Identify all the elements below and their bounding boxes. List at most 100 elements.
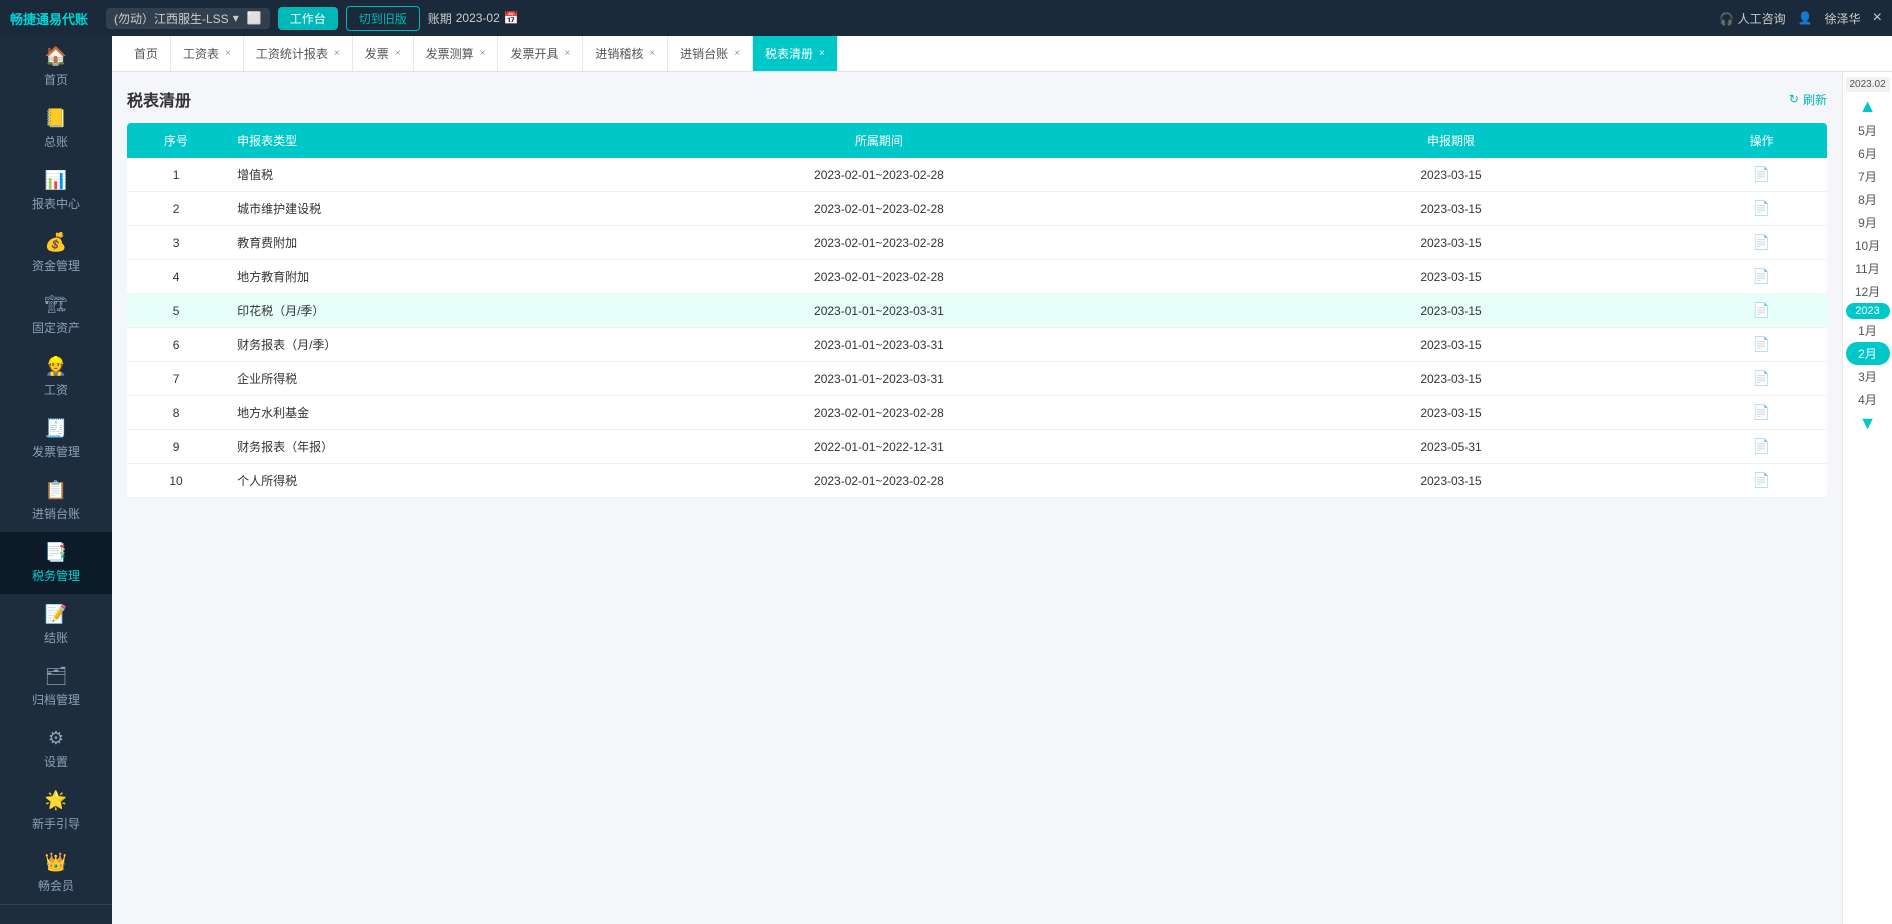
close-button[interactable]: × bbox=[1873, 9, 1882, 27]
copy-icon: ⬜ bbox=[247, 11, 262, 25]
tab-sales-ledger[interactable]: 进销台账 × bbox=[668, 36, 753, 72]
month-item-3[interactable]: 3月 bbox=[1846, 365, 1890, 388]
month-item-2[interactable]: 2月 bbox=[1846, 342, 1890, 365]
tab-salary-table[interactable]: 工资表 × bbox=[171, 36, 244, 72]
page-title-bar: 税表清册 ↻ 刷新 bbox=[127, 87, 1827, 111]
sidebar-item-member[interactable]: 👑 畅会员 bbox=[0, 842, 112, 904]
action-icon[interactable]: 📄 bbox=[1753, 166, 1770, 182]
cell-deadline: 2023-03-15 bbox=[1206, 260, 1696, 294]
table-row: 5 印花税（月/季） 2023-01-01~2023-03-31 2023-03… bbox=[127, 294, 1827, 328]
sidebar-item-archive[interactable]: 🗂 归档管理 bbox=[0, 656, 112, 718]
period-value: 2023-02 bbox=[456, 11, 500, 25]
top-bar-right: 🎧 人工咨询 👤 徐泽华 × bbox=[1719, 9, 1882, 27]
sidebar-item-tax[interactable]: 📑 税务管理 bbox=[0, 532, 112, 594]
month-item-1[interactable]: 1月 bbox=[1846, 319, 1890, 342]
cell-deadline: 2023-03-15 bbox=[1206, 464, 1696, 498]
page-main: 税表清册 ↻ 刷新 序号 申报表类型 所属期间 申报期限 操作 bbox=[112, 72, 1842, 924]
action-icon[interactable]: 📄 bbox=[1753, 336, 1770, 352]
switch-old-button[interactable]: 切到旧版 bbox=[346, 6, 420, 31]
sidebar-item-label: 固定资产 bbox=[32, 319, 80, 336]
cell-index: 10 bbox=[127, 464, 225, 498]
tab-close-icon[interactable]: × bbox=[819, 48, 825, 59]
unpin-button[interactable]: 📌 取消固定 bbox=[0, 915, 112, 924]
panel-year-label: 2023.02 bbox=[1846, 77, 1890, 92]
cell-deadline: 2023-03-15 bbox=[1206, 362, 1696, 396]
tab-invoice-issue[interactable]: 发票开具 × bbox=[498, 36, 583, 72]
month-item-8[interactable]: 8月 bbox=[1846, 188, 1890, 211]
tab-label: 税表清册 bbox=[765, 45, 813, 62]
period-display: 账期 2023-02 📅 bbox=[428, 10, 519, 27]
sidebar-item-settings[interactable]: ⚙ 设置 bbox=[0, 718, 112, 780]
action-icon[interactable]: 📄 bbox=[1753, 234, 1770, 250]
cell-index: 9 bbox=[127, 430, 225, 464]
month-item-7[interactable]: 7月 bbox=[1846, 165, 1890, 188]
cell-action: 📄 bbox=[1696, 294, 1827, 328]
sidebar-item-salary[interactable]: 👷 工资 bbox=[0, 346, 112, 408]
sidebar-item-fixed-assets[interactable]: 🏗 固定资产 bbox=[0, 284, 112, 346]
guide-icon: 🌟 bbox=[45, 790, 67, 811]
cell-period: 2023-02-01~2023-02-28 bbox=[552, 158, 1206, 192]
panel-down-button[interactable]: ▼ bbox=[1859, 413, 1877, 434]
month-item-10[interactable]: 10月 bbox=[1846, 234, 1890, 257]
action-icon[interactable]: 📄 bbox=[1753, 302, 1770, 318]
sidebar-item-ledger[interactable]: 📒 总账 bbox=[0, 98, 112, 160]
sidebar-item-sales[interactable]: 📋 进销台账 bbox=[0, 470, 112, 532]
sidebar-item-home[interactable]: 🏠 首页 bbox=[0, 36, 112, 98]
sidebar-item-settlement[interactable]: 📝 结账 bbox=[0, 594, 112, 656]
cell-period: 2023-02-01~2023-02-28 bbox=[552, 464, 1206, 498]
sidebar-item-funds[interactable]: 💰 资金管理 bbox=[0, 222, 112, 284]
tab-close-icon[interactable]: × bbox=[649, 48, 655, 59]
tab-tax-list[interactable]: 税表清册 × bbox=[753, 36, 838, 72]
calendar-icon[interactable]: 📅 bbox=[504, 11, 519, 25]
action-icon[interactable]: 📄 bbox=[1753, 438, 1770, 454]
year-2023-badge: 2023 bbox=[1846, 303, 1890, 319]
table-row: 10 个人所得税 2023-02-01~2023-02-28 2023-03-1… bbox=[127, 464, 1827, 498]
tab-invoice-calc[interactable]: 发票测算 × bbox=[414, 36, 499, 72]
month-item-12[interactable]: 12月 bbox=[1846, 280, 1890, 303]
cell-period: 2023-01-01~2023-03-31 bbox=[552, 362, 1206, 396]
settlement-icon: 📝 bbox=[45, 604, 67, 625]
month-item-9[interactable]: 9月 bbox=[1846, 211, 1890, 234]
sidebar-item-invoice[interactable]: 🧾 发票管理 bbox=[0, 408, 112, 470]
member-icon: 👑 bbox=[45, 852, 67, 873]
tab-invoice[interactable]: 发票 × bbox=[353, 36, 414, 72]
tab-close-icon[interactable]: × bbox=[734, 48, 740, 59]
tab-salary-stats[interactable]: 工资统计报表 × bbox=[244, 36, 353, 72]
month-item-11[interactable]: 11月 bbox=[1846, 257, 1890, 280]
tab-label: 工资统计报表 bbox=[256, 45, 328, 62]
company-selector[interactable]: (勿动）江西服生-LSS ▾ ⬜ bbox=[106, 8, 270, 29]
tab-close-icon[interactable]: × bbox=[395, 48, 401, 59]
sidebar-item-label: 税务管理 bbox=[32, 567, 80, 584]
action-icon[interactable]: 📄 bbox=[1753, 268, 1770, 284]
month-item-4[interactable]: 4月 bbox=[1846, 388, 1890, 411]
cell-action: 📄 bbox=[1696, 430, 1827, 464]
refresh-button[interactable]: ↻ 刷新 bbox=[1789, 91, 1827, 108]
dropdown-icon: ▾ bbox=[233, 11, 239, 25]
tab-sales-audit[interactable]: 进销稽核 × bbox=[583, 36, 668, 72]
sidebar-item-guide[interactable]: 🌟 新手引导 bbox=[0, 780, 112, 842]
col-header-deadline: 申报期限 bbox=[1206, 123, 1696, 158]
tab-close-icon[interactable]: × bbox=[564, 48, 570, 59]
tab-home[interactable]: 首页 bbox=[122, 36, 171, 72]
cell-type: 城市维护建设税 bbox=[225, 192, 552, 226]
workbench-button[interactable]: 工作台 bbox=[278, 7, 338, 30]
action-icon[interactable]: 📄 bbox=[1753, 472, 1770, 488]
action-icon[interactable]: 📄 bbox=[1753, 404, 1770, 420]
cell-index: 4 bbox=[127, 260, 225, 294]
sidebar-item-reports[interactable]: 📊 报表中心 bbox=[0, 160, 112, 222]
sidebar-footer: 📌 取消固定 bbox=[0, 904, 112, 924]
cell-type: 财务报表（月/季） bbox=[225, 328, 552, 362]
salary-icon: 👷 bbox=[45, 356, 67, 377]
tab-close-icon[interactable]: × bbox=[225, 48, 231, 59]
tab-close-icon[interactable]: × bbox=[334, 48, 340, 59]
panel-up-button[interactable]: ▲ bbox=[1859, 96, 1877, 117]
action-icon[interactable]: 📄 bbox=[1753, 370, 1770, 386]
action-icon[interactable]: 📄 bbox=[1753, 200, 1770, 216]
month-item-6[interactable]: 6月 bbox=[1846, 142, 1890, 165]
month-item-5[interactable]: 5月 bbox=[1846, 119, 1890, 142]
tab-close-icon[interactable]: × bbox=[480, 48, 486, 59]
table-row: 2 城市维护建设税 2023-02-01~2023-02-28 2023-03-… bbox=[127, 192, 1827, 226]
ai-consult[interactable]: 🎧 人工咨询 bbox=[1719, 10, 1785, 27]
settings-icon: ⚙ bbox=[48, 728, 64, 749]
cell-period: 2022-01-01~2022-12-31 bbox=[552, 430, 1206, 464]
